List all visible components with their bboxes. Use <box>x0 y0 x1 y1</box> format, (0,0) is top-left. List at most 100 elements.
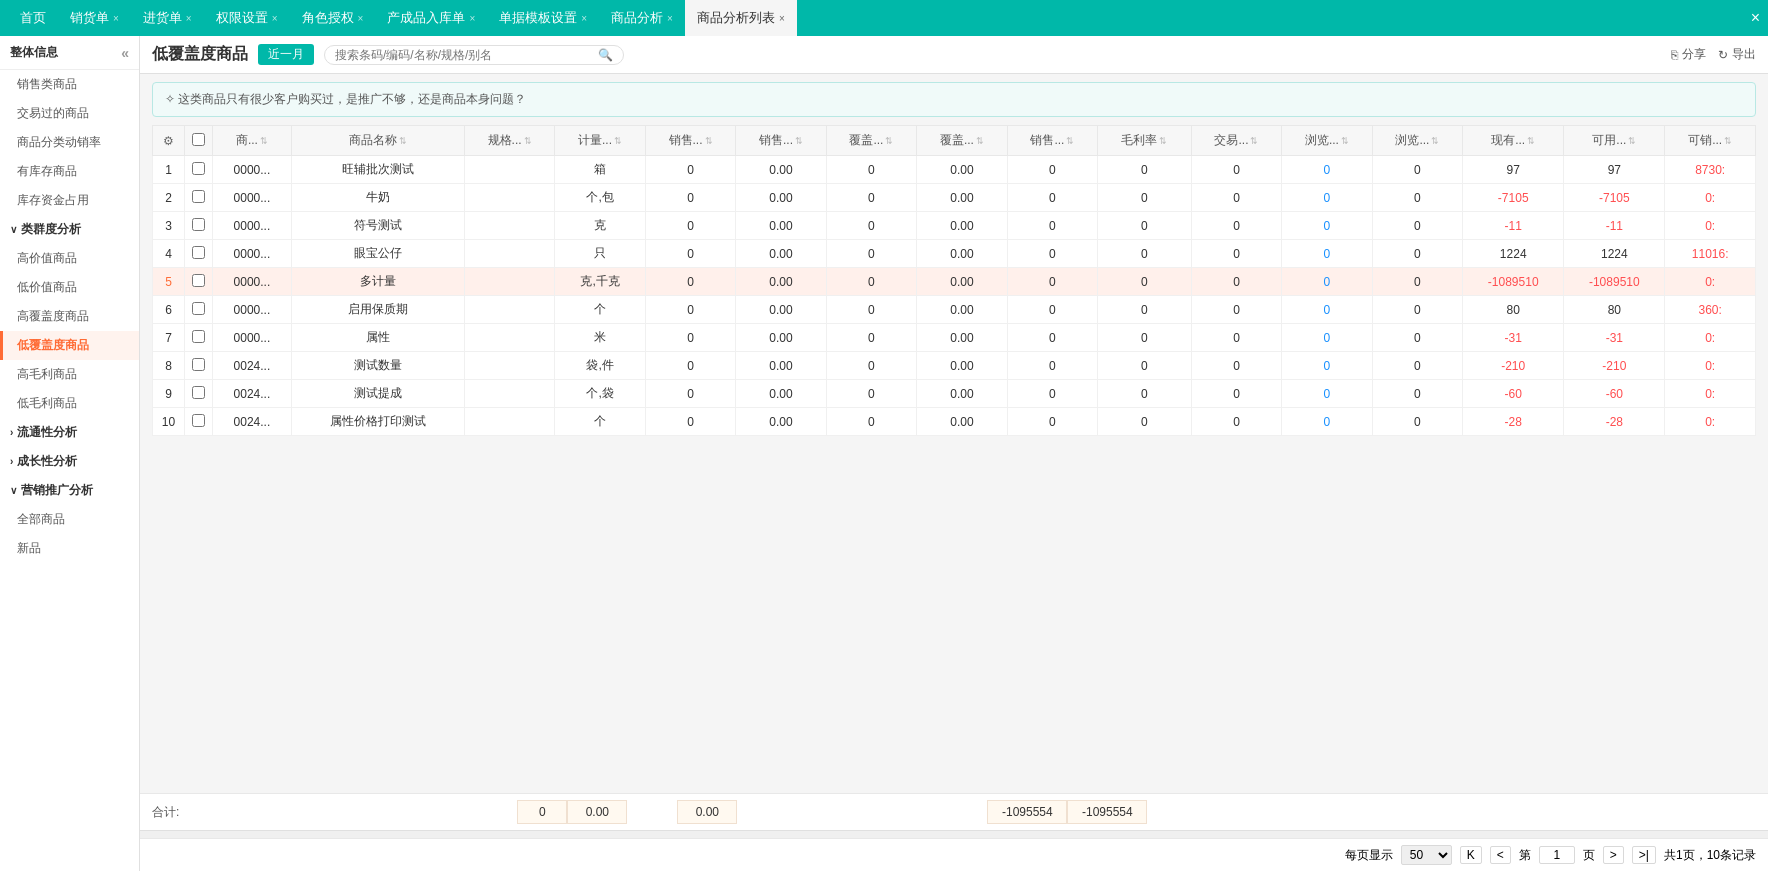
sidebar-item-high-coverage[interactable]: 高覆盖度商品 <box>0 302 139 331</box>
page-size-select[interactable]: 50 10 20 100 <box>1401 845 1452 865</box>
cell-checkbox[interactable] <box>185 212 213 240</box>
tab-sales-order[interactable]: 销货单 × <box>58 0 131 36</box>
col-stock-available[interactable]: 可用...⇅ <box>1564 126 1665 156</box>
settings-icon[interactable]: ⚙ <box>163 134 174 148</box>
sidebar-group-circulation[interactable]: › 流通性分析 <box>0 418 139 447</box>
cell-browse1[interactable]: 0 <box>1282 296 1372 324</box>
cell-browse1[interactable]: 0 <box>1282 380 1372 408</box>
cell-browse1[interactable]: 0 <box>1282 352 1372 380</box>
sidebar-item-high-value[interactable]: 高价值商品 <box>0 244 139 273</box>
data-table-container[interactable]: ⚙ 商...⇅ 商品名称⇅ 规格...⇅ 计量...⇅ 销售...⇅ 销售...… <box>152 125 1756 793</box>
sidebar-item-low-coverage[interactable]: 低覆盖度商品 <box>0 331 139 360</box>
cell-browse1[interactable]: 0 <box>1282 212 1372 240</box>
tab-role-auth[interactable]: 角色授权 × <box>290 0 376 36</box>
horizontal-scrollbar[interactable] <box>140 830 1768 838</box>
last-page-button[interactable]: >| <box>1632 846 1656 864</box>
cell-checkbox[interactable] <box>185 240 213 268</box>
sidebar-item-all-goods[interactable]: 全部商品 <box>0 505 139 534</box>
col-sales-qty[interactable]: 销售...⇅ <box>645 126 735 156</box>
cell-checkbox[interactable] <box>185 380 213 408</box>
tab-template-settings[interactable]: 单据模板设置 × <box>487 0 599 36</box>
col-coverage2[interactable]: 覆盖...⇅ <box>917 126 1007 156</box>
export-button[interactable]: ↻ 导出 <box>1718 46 1756 63</box>
close-icon[interactable]: × <box>358 13 364 24</box>
page-input[interactable] <box>1539 846 1575 864</box>
col-name[interactable]: 商品名称⇅ <box>291 126 464 156</box>
sidebar-item-low-margin[interactable]: 低毛利商品 <box>0 389 139 418</box>
cell-browse1[interactable]: 0 <box>1282 184 1372 212</box>
tab-home[interactable]: 首页 <box>8 0 58 36</box>
row-checkbox[interactable] <box>192 358 205 371</box>
cell-checkbox[interactable] <box>185 268 213 296</box>
search-input[interactable] <box>335 48 592 62</box>
col-stock-sellable[interactable]: 可销...⇅ <box>1665 126 1756 156</box>
col-settings[interactable]: ⚙ <box>153 126 185 156</box>
sidebar-item-in-stock[interactable]: 有库存商品 <box>0 157 139 186</box>
col-unit[interactable]: 计量...⇅ <box>555 126 645 156</box>
row-checkbox[interactable] <box>192 302 205 315</box>
col-spec[interactable]: 规格...⇅ <box>464 126 554 156</box>
sidebar-item-high-margin[interactable]: 高毛利商品 <box>0 360 139 389</box>
search-icon[interactable]: 🔍 <box>598 48 613 62</box>
close-icon[interactable]: × <box>186 13 192 24</box>
sidebar-item-new-goods[interactable]: 新品 <box>0 534 139 563</box>
tab-product-analysis-list[interactable]: 商品分析列表 × <box>685 0 797 36</box>
row-checkbox[interactable] <box>192 414 205 427</box>
period-button[interactable]: 近一月 <box>258 44 314 65</box>
col-stock-current[interactable]: 现有...⇅ <box>1463 126 1564 156</box>
sidebar-item-category-rate[interactable]: 商品分类动销率 <box>0 128 139 157</box>
col-code[interactable]: 商...⇅ <box>213 126 292 156</box>
sidebar-item-sales-goods[interactable]: 销售类商品 <box>0 70 139 99</box>
close-all-tabs[interactable]: × <box>1751 9 1760 27</box>
col-browse2[interactable]: 浏览...⇅ <box>1372 126 1462 156</box>
row-checkbox[interactable] <box>192 218 205 231</box>
cell-browse1[interactable]: 0 <box>1282 156 1372 184</box>
cell-spec <box>464 156 554 184</box>
row-checkbox[interactable] <box>192 190 205 203</box>
row-checkbox[interactable] <box>192 162 205 175</box>
close-icon[interactable]: × <box>469 13 475 24</box>
col-sales3[interactable]: 销售...⇅ <box>1007 126 1097 156</box>
cell-checkbox[interactable] <box>185 352 213 380</box>
col-margin[interactable]: 毛利率⇅ <box>1098 126 1192 156</box>
col-browse1[interactable]: 浏览...⇅ <box>1282 126 1372 156</box>
cell-browse1[interactable]: 0 <box>1282 268 1372 296</box>
col-transaction[interactable]: 交易...⇅ <box>1191 126 1281 156</box>
tab-permission-settings[interactable]: 权限设置 × <box>204 0 290 36</box>
select-all-checkbox[interactable] <box>192 133 205 146</box>
col-sales-amt[interactable]: 销售...⇅ <box>736 126 826 156</box>
sidebar-item-inventory-capital[interactable]: 库存资金占用 <box>0 186 139 215</box>
cell-checkbox[interactable] <box>185 296 213 324</box>
close-icon[interactable]: × <box>779 13 785 24</box>
col-coverage1[interactable]: 覆盖...⇅ <box>826 126 916 156</box>
tab-product-analysis[interactable]: 商品分析 × <box>599 0 685 36</box>
close-icon[interactable]: × <box>667 13 673 24</box>
close-icon[interactable]: × <box>272 13 278 24</box>
sidebar-group-marketing[interactable]: ∨ 营销推广分析 <box>0 476 139 505</box>
cell-browse1[interactable]: 0 <box>1282 324 1372 352</box>
close-icon[interactable]: × <box>113 13 119 24</box>
sidebar-group-growth[interactable]: › 成长性分析 <box>0 447 139 476</box>
row-checkbox[interactable] <box>192 274 205 287</box>
cell-checkbox[interactable] <box>185 156 213 184</box>
tab-purchase-order[interactable]: 进货单 × <box>131 0 204 36</box>
sidebar-group-cluster-analysis[interactable]: ∨ 类群度分析 <box>0 215 139 244</box>
close-icon[interactable]: × <box>581 13 587 24</box>
tab-finished-goods[interactable]: 产成品入库单 × <box>375 0 487 36</box>
cell-browse1[interactable]: 0 <box>1282 408 1372 436</box>
cell-sales-amt: 0.00 <box>736 380 826 408</box>
cell-browse1[interactable]: 0 <box>1282 240 1372 268</box>
cell-checkbox[interactable] <box>185 408 213 436</box>
cell-checkbox[interactable] <box>185 324 213 352</box>
row-checkbox[interactable] <box>192 330 205 343</box>
next-page-button[interactable]: > <box>1603 846 1624 864</box>
sidebar-collapse-button[interactable]: « <box>121 45 129 61</box>
sidebar-item-low-value[interactable]: 低价值商品 <box>0 273 139 302</box>
share-button[interactable]: ⎘ 分享 <box>1671 46 1706 63</box>
first-page-button[interactable]: K <box>1460 846 1482 864</box>
sidebar-item-traded-goods[interactable]: 交易过的商品 <box>0 99 139 128</box>
prev-page-button[interactable]: < <box>1490 846 1511 864</box>
row-checkbox[interactable] <box>192 386 205 399</box>
cell-checkbox[interactable] <box>185 184 213 212</box>
row-checkbox[interactable] <box>192 246 205 259</box>
